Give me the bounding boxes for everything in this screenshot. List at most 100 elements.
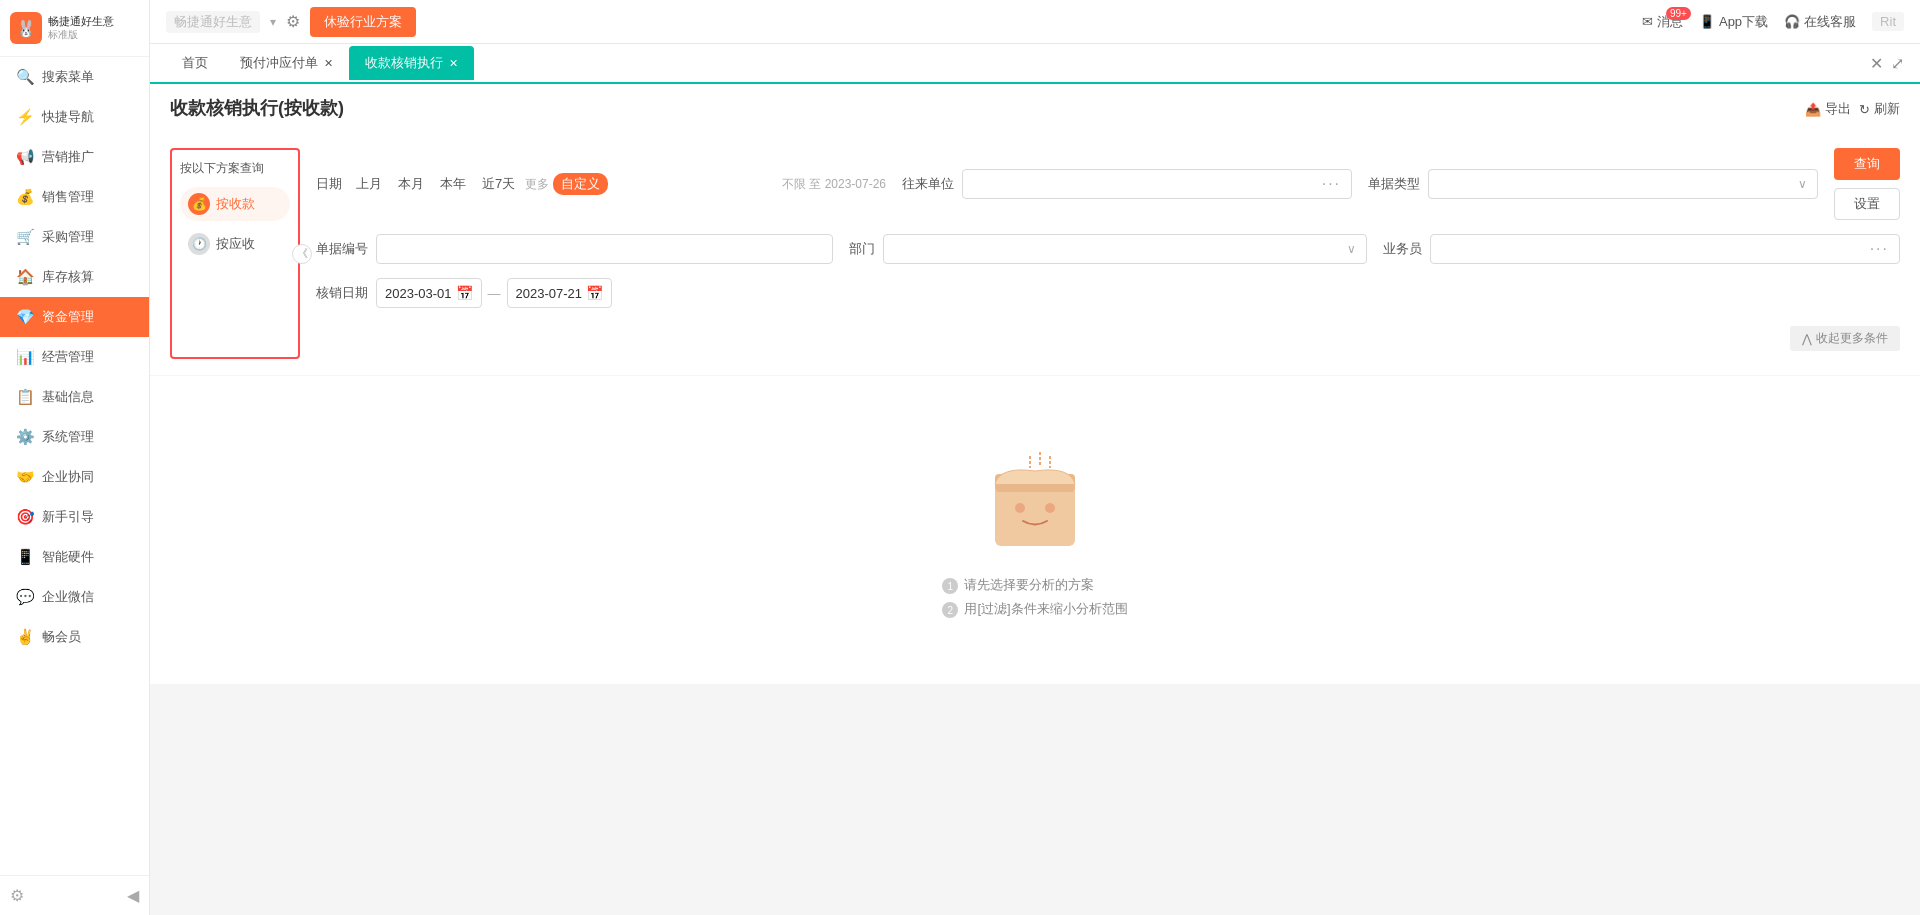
dept-select[interactable]: ∨ — [883, 234, 1366, 264]
date-this-year[interactable]: 本年 — [434, 173, 472, 195]
tab-home[interactable]: 首页 — [166, 46, 224, 80]
topbar-brand: 畅捷通好生意 — [166, 11, 260, 33]
verify-date-start[interactable]: 2023-03-01 📅 — [376, 278, 482, 308]
page-title: 收款核销执行(按收款) — [170, 96, 344, 132]
sidebar-item-purchase[interactable]: 🛒 采购管理 — [0, 217, 149, 257]
empty-svg — [965, 436, 1105, 556]
sidebar-item-hardware[interactable]: 📱 智能硬件 — [0, 537, 149, 577]
query-button[interactable]: 查询 — [1834, 148, 1900, 180]
start-calendar-icon: 📅 — [456, 285, 473, 301]
sidebar-item-search-menu[interactable]: 🔍 搜索菜单 — [0, 57, 149, 97]
counterpart-select[interactable]: ··· — [962, 169, 1352, 199]
sidebar-item-quick-nav[interactable]: ⚡ 快捷导航 — [0, 97, 149, 137]
sidebar: 🐰 畅捷通好生意 标准版 🔍 搜索菜单 ⚡ 快捷导航 📢 营销推广 💰 销售管理… — [0, 0, 150, 915]
sidebar-menu: 🔍 搜索菜单 ⚡ 快捷导航 📢 营销推广 💰 销售管理 🛒 采购管理 🏠 库存核… — [0, 57, 149, 875]
tab-receipt-verify-close[interactable]: ✕ — [449, 57, 458, 70]
date-last-month[interactable]: 上月 — [350, 173, 388, 195]
sidebar-item-sales[interactable]: 💰 销售管理 — [0, 177, 149, 217]
filter-field-date: 日期 上月 本月 本年 近7天 更多 自定义 — [316, 173, 766, 195]
refresh-icon: ↻ — [1859, 102, 1870, 117]
sidebar-item-business[interactable]: 📊 经营管理 — [0, 337, 149, 377]
sidebar-item-member[interactable]: ✌️ 畅会员 — [0, 617, 149, 657]
filter-form: 日期 上月 本月 本年 近7天 更多 自定义 不限 至 2023-07-26 — [316, 148, 1900, 359]
svg-point-2 — [1015, 503, 1025, 513]
sidebar-item-marketing[interactable]: 📢 营销推广 — [0, 137, 149, 177]
export-icon: 📤 — [1805, 102, 1821, 117]
filter-field-verify-date: 核销日期 2023-03-01 📅 — 2023-07-21 📅 — [316, 278, 716, 308]
tab-expand-icon[interactable]: ⤢ — [1891, 54, 1904, 73]
filter-option-by-receivable[interactable]: 🕐 按应收 — [180, 227, 290, 261]
content-body: 1 请先选择要分析的方案 2 用[过滤]条件来缩小分析范围 — [150, 376, 1920, 684]
filter-field-counterpart: 往来单位 ··· — [902, 169, 1352, 199]
industry-solution-button[interactable]: 休验行业方案 — [310, 7, 416, 37]
filter-field-doc-no: 单据编号 — [316, 234, 833, 264]
sidebar-item-enterprise[interactable]: 🤝 企业协同 — [0, 457, 149, 497]
date-label: 日期 — [316, 175, 342, 193]
message-icon: ✉ — [1642, 14, 1653, 29]
filter-row-3: 核销日期 2023-03-01 📅 — 2023-07-21 📅 — [316, 278, 1900, 308]
dept-arrow: ∨ — [1347, 242, 1356, 256]
svg-point-3 — [1045, 503, 1055, 513]
verify-date-label: 核销日期 — [316, 284, 368, 302]
export-button[interactable]: 📤 导出 — [1805, 100, 1851, 118]
refresh-button[interactable]: ↻ 刷新 — [1859, 100, 1900, 118]
filter-actions: 查询 设置 — [1834, 148, 1900, 220]
collapse-up-icon: ⋀ — [1802, 332, 1812, 346]
page-header: 收款核销执行(按收款) 📤 导出 ↻ 刷新 — [150, 84, 1920, 132]
guide-icon: 🎯 — [16, 508, 34, 526]
step-1-text: 请先选择要分析的方案 — [964, 576, 1094, 594]
topbar-left: 畅捷通好生意 ▾ ⚙ 休验行业方案 — [166, 7, 416, 37]
date-7days[interactable]: 近7天 — [476, 173, 521, 195]
tab-prepay[interactable]: 预付冲应付单 ✕ — [224, 46, 349, 80]
filter-option-by-receipt[interactable]: 💰 按收款 — [180, 187, 290, 221]
date-custom[interactable]: 自定义 — [553, 173, 608, 195]
topbar-app-download[interactable]: 📱 App下载 — [1699, 13, 1768, 31]
tab-receipt-verify[interactable]: 收款核销执行 ✕ — [349, 46, 474, 80]
filter-sidebar-title: 按以下方案查询 — [180, 160, 290, 177]
basic-icon: 📋 — [16, 388, 34, 406]
doc-no-input[interactable] — [376, 234, 833, 264]
collapse-more-button[interactable]: ⋀ 收起更多条件 — [1790, 326, 1900, 351]
date-unlimited-display: 不限 至 2023-07-26 — [782, 176, 886, 193]
sidebar-item-basic[interactable]: 📋 基础信息 — [0, 377, 149, 417]
filter-sidebar-collapse-button[interactable]: 《 — [292, 244, 312, 264]
inventory-icon: 🏠 — [16, 268, 34, 286]
topbar-dropdown-arrow[interactable]: ▾ — [270, 15, 276, 29]
svg-rect-0 — [995, 486, 1075, 546]
step-2-num: 2 — [942, 602, 958, 618]
sidebar-item-guide[interactable]: 🎯 新手引导 — [0, 497, 149, 537]
counterpart-dots: ··· — [1322, 175, 1341, 193]
tab-prepay-close[interactable]: ✕ — [324, 57, 333, 70]
settings-button[interactable]: 设置 — [1834, 188, 1900, 220]
enterprise-icon: 🤝 — [16, 468, 34, 486]
empty-step-1: 1 请先选择要分析的方案 — [942, 576, 1127, 594]
search-menu-icon: 🔍 — [16, 68, 34, 86]
capital-icon: 💎 — [16, 308, 34, 326]
tab-close-all-icon[interactable]: ✕ — [1870, 54, 1883, 73]
topbar-online-service[interactable]: 🎧 在线客服 — [1784, 13, 1856, 31]
topbar-gear-icon[interactable]: ⚙ — [286, 12, 300, 31]
sidebar-item-wechat[interactable]: 💬 企业微信 — [0, 577, 149, 617]
sidebar-settings-icon[interactable]: ⚙ — [10, 886, 24, 905]
staff-select[interactable]: ··· — [1430, 234, 1900, 264]
date-this-month[interactable]: 本月 — [392, 173, 430, 195]
verify-date-end[interactable]: 2023-07-21 📅 — [507, 278, 613, 308]
empty-illustration — [965, 436, 1105, 556]
message-badge: 99+ — [1666, 7, 1691, 20]
empty-state: 1 请先选择要分析的方案 2 用[过滤]条件来缩小分析范围 — [150, 376, 1920, 684]
system-icon: ⚙️ — [16, 428, 34, 446]
sidebar-item-system[interactable]: ⚙️ 系统管理 — [0, 417, 149, 457]
sidebar-collapse-icon[interactable]: ◀ — [127, 886, 139, 905]
main-area: 畅捷通好生意 ▾ ⚙ 休验行业方案 ✉ 消息 99+ 📱 App下载 🎧 在线客… — [150, 0, 1920, 915]
sidebar-logo: 🐰 畅捷通好生意 标准版 — [0, 0, 149, 57]
step-1-num: 1 — [942, 578, 958, 594]
topbar-message[interactable]: ✉ 消息 99+ — [1642, 13, 1683, 31]
step-2-text: 用[过滤]条件来缩小分析范围 — [964, 600, 1127, 618]
quick-nav-icon: ⚡ — [16, 108, 34, 126]
doc-type-select[interactable]: ∨ — [1428, 169, 1818, 199]
topbar-user: Rit — [1872, 12, 1904, 31]
logo-text: 畅捷通好生意 标准版 — [48, 14, 114, 42]
sidebar-item-inventory[interactable]: 🏠 库存核算 — [0, 257, 149, 297]
sidebar-item-capital[interactable]: 💎 资金管理 — [0, 297, 149, 337]
hardware-icon: 📱 — [16, 548, 34, 566]
